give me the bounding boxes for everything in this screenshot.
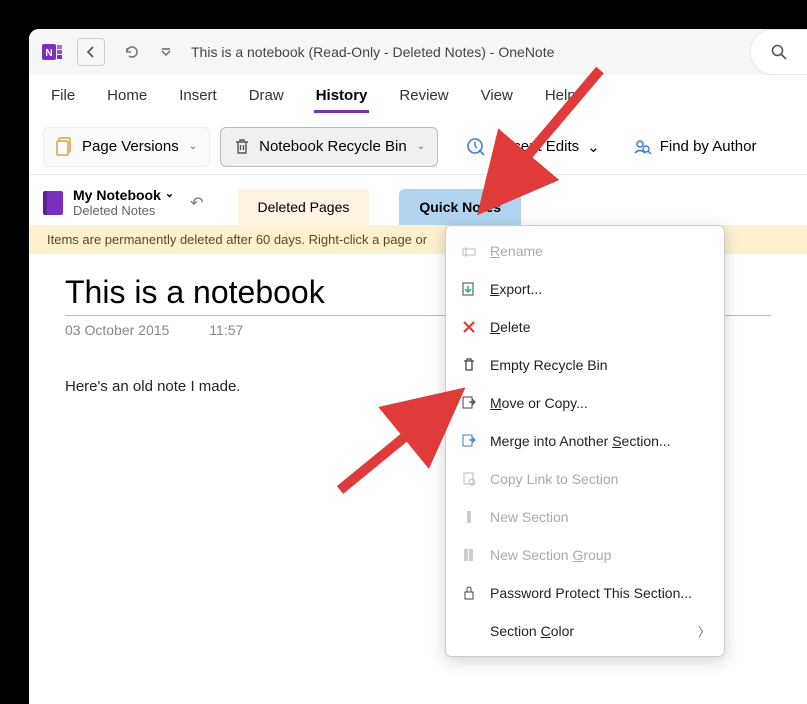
menu-file[interactable]: File [49,81,77,113]
chevron-right-icon: 〉 [698,623,710,640]
rename-icon [460,243,478,259]
notebook-name: My Notebook [73,187,161,204]
trash-icon [233,137,251,157]
ctx-new-section: New Section [446,498,724,536]
ctx-delete[interactable]: Delete [446,308,724,346]
chevron-down-icon: ⌄ [417,141,425,152]
menu-review[interactable]: Review [397,81,450,113]
page-time: 11:57 [209,322,243,338]
menu-draw[interactable]: Draw [247,81,286,113]
notebook-nav: My Notebook ⌄ Deleted Notes ↶ Deleted Pag… [29,175,807,225]
undo-button[interactable] [117,38,145,66]
ctx-rename: Rename [446,232,724,270]
notebook-recycle-bin-button[interactable]: Notebook Recycle Bin ⌄ [220,127,438,167]
ctx-password-protect[interactable]: Password Protect This Section... [446,574,724,612]
ctx-empty-recycle-bin[interactable]: Empty Recycle Bin [446,346,724,384]
search-icon [770,43,788,61]
recycle-bin-label: Notebook Recycle Bin [259,138,407,155]
section-icon [460,509,478,525]
ctx-section-color[interactable]: Section Color 〉 [446,612,724,650]
ctx-new-section-group: New Section Group [446,536,724,574]
search-button[interactable] [750,29,807,75]
find-author-icon [632,137,652,157]
onenote-app-icon: N [41,40,65,64]
notebook-selector[interactable]: My Notebook ⌄ Deleted Notes ↶ [29,183,218,225]
annotation-arrow-bottom [330,390,470,505]
page-versions-label: Page Versions [82,138,179,155]
ctx-export[interactable]: Export... [446,270,724,308]
back-button[interactable] [77,38,105,66]
chevron-down-icon: ⌄ [165,188,174,201]
page-versions-button[interactable]: Page Versions ⌄ [43,127,210,167]
menu-history[interactable]: History [314,81,370,113]
delete-icon [460,320,478,334]
ribbon: Page Versions ⌄ Notebook Recycle Bin ⌄ R… [29,119,807,175]
chevron-down-icon: ⌄ [189,141,197,152]
page-versions-icon [56,137,74,157]
ctx-merge-section[interactable]: Merge into Another Section... [446,422,724,460]
find-by-author-button[interactable]: Find by Author [624,137,765,157]
trash-icon [460,357,478,373]
section-group-icon [460,547,478,563]
menubar: File Home Insert Draw History Review Vie… [29,75,807,119]
export-icon [460,281,478,297]
svg-text:N: N [45,48,52,59]
notebook-subtitle: Deleted Notes [73,203,174,219]
ctx-copy-link: Copy Link to Section [446,460,724,498]
ctx-rename-rest: ename [500,243,543,259]
lock-icon [460,585,478,601]
ctx-move-or-copy[interactable]: Move or Copy... [446,384,724,422]
annotation-arrow-top [470,60,610,225]
notebook-icon [43,191,63,215]
find-author-label: Find by Author [660,138,757,155]
tab-deleted-pages[interactable]: Deleted Pages [238,189,370,225]
page-date: 03 October 2015 [65,322,169,338]
customize-button[interactable] [157,38,175,66]
titlebar: N This is a notebook (Read-Only - Delete… [29,29,807,75]
undo-small-icon[interactable]: ↶ [190,193,203,213]
window-title: This is a notebook (Read-Only - Deleted … [191,44,554,60]
context-menu: Rename Export... Delete Empty Recycle Bi… [445,225,725,657]
menu-home[interactable]: Home [105,81,149,113]
menu-insert[interactable]: Insert [177,81,219,113]
